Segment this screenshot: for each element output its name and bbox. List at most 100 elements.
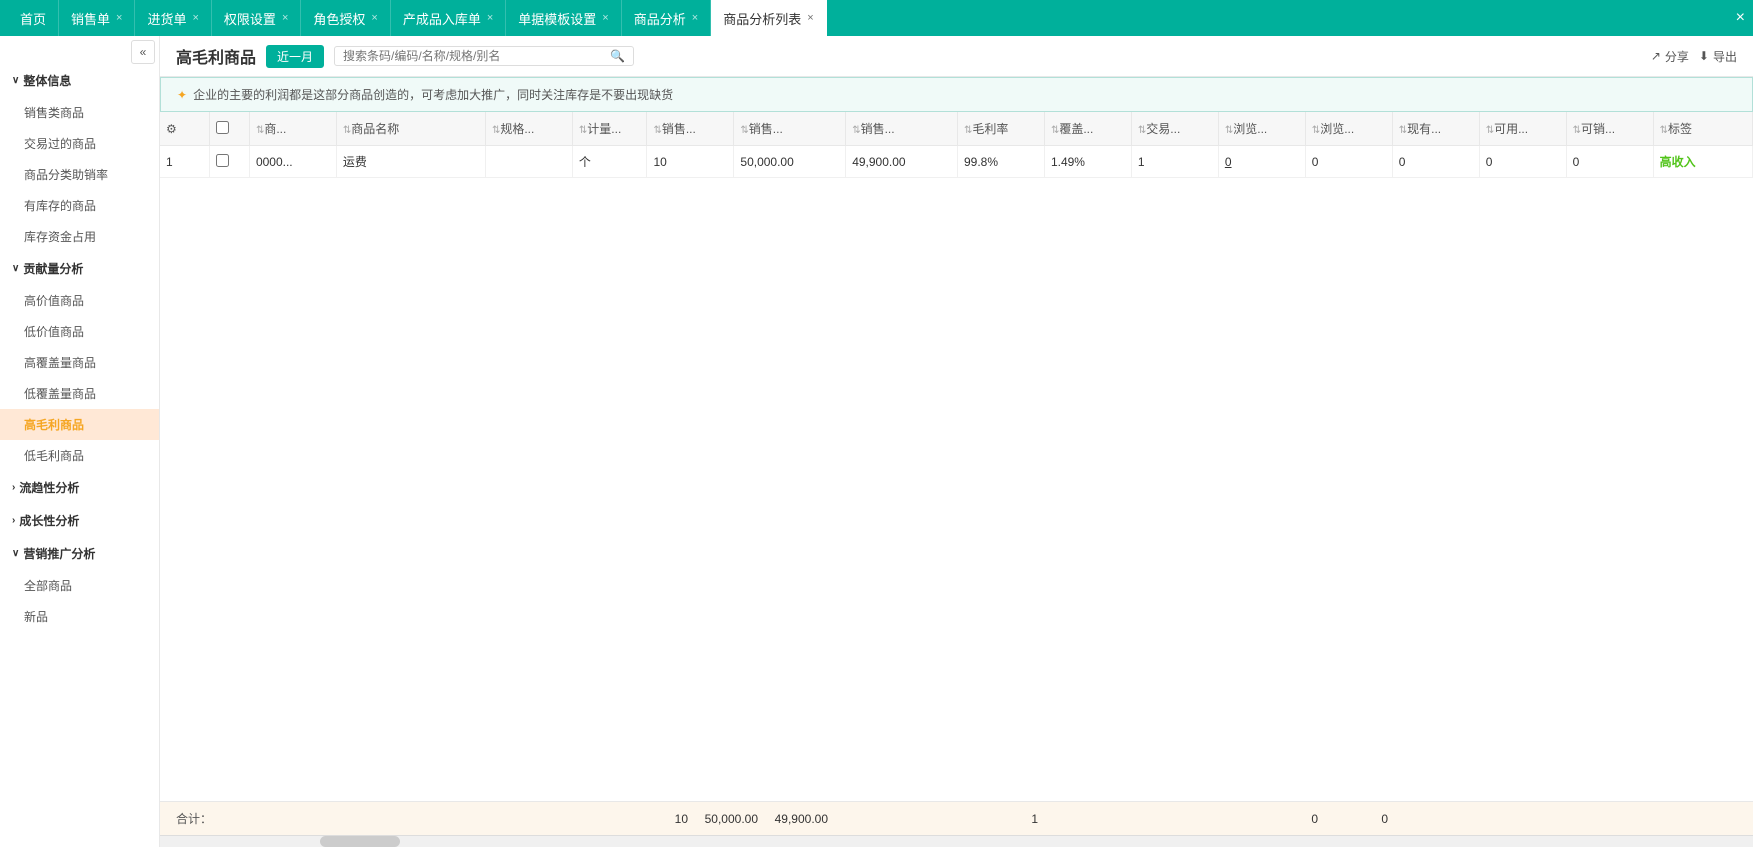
nav-tab-4[interactable]: 角色授权 × [301, 0, 390, 36]
cell-salesAmt-0: 50,000.00 [734, 146, 846, 178]
data-table: ⚙⇅商...⇅商品名称⇅规格...⇅计量...⇅销售...⇅销售...⇅销售..… [160, 112, 1753, 178]
sidebar-collapse-button[interactable]: « [131, 40, 155, 64]
main-layout: «∨整体信息销售类商品交易过的商品商品分类助销率有库存的商品库存资金占用∨贡献量… [0, 36, 1753, 847]
col-header-salesQty[interactable]: ⇅销售... [647, 112, 734, 146]
cell-tag-0: 高收入 [1653, 146, 1752, 178]
col-header-browse1[interactable]: ⇅浏览... [1218, 112, 1305, 146]
col-header-salesCost[interactable]: ⇅销售... [846, 112, 958, 146]
sidebar-item-1-2[interactable]: 高覆盖量商品 [0, 347, 159, 378]
col-header-name[interactable]: ⇅商品名称 [336, 112, 485, 146]
cell-available-0: 0 [1479, 146, 1566, 178]
sidebar-section-0[interactable]: ∨整体信息 [0, 64, 159, 97]
sidebar-item-1-5[interactable]: 低毛利商品 [0, 440, 159, 471]
col-header-available[interactable]: ⇅可用... [1479, 112, 1566, 146]
nav-tab-5[interactable]: 产成品入库单 × [391, 0, 506, 36]
col-header-transaction[interactable]: ⇅交易... [1131, 112, 1218, 146]
nav-tab-close-1[interactable]: × [116, 12, 122, 24]
cell-grossMargin-0: 99.8% [957, 146, 1044, 178]
sort-icon: ⇅ [256, 125, 264, 136]
tag-label-0: 高收入 [1660, 155, 1696, 169]
window-close-button[interactable]: × [1736, 0, 1745, 36]
sort-icon: ⇅ [653, 125, 661, 136]
nav-tab-close-4[interactable]: × [371, 12, 377, 24]
sidebar-item-0-2[interactable]: 商品分类助销率 [0, 159, 159, 190]
sidebar-item-1-4[interactable]: 高毛利商品 [0, 409, 159, 440]
col-header-tag[interactable]: ⇅标签 [1653, 112, 1752, 146]
horizontal-scrollbar[interactable] [160, 835, 1753, 847]
sort-icon: ⇅ [1486, 125, 1494, 136]
sort-icon: ⇅ [1399, 125, 1407, 136]
browse-link-0[interactable]: 0 [1225, 155, 1232, 169]
sort-icon: ⇅ [492, 125, 500, 136]
nav-tab-close-7[interactable]: × [692, 12, 698, 24]
col-header-index[interactable]: ⚙ [160, 112, 210, 146]
search-input[interactable] [343, 49, 610, 63]
sidebar-arrow-icon: ∨ [12, 548, 19, 559]
sort-icon: ⇅ [1573, 125, 1581, 136]
sort-icon: ⇅ [1138, 125, 1146, 136]
col-header-salesAmt[interactable]: ⇅销售... [734, 112, 846, 146]
select-all-checkbox[interactable] [216, 121, 229, 134]
nav-tab-3[interactable]: 权限设置 × [212, 0, 301, 36]
sort-icon: ⇅ [852, 125, 860, 136]
sort-icon: ⇅ [1660, 125, 1668, 136]
nav-tab-close-3[interactable]: × [282, 12, 288, 24]
nav-tab-close-5[interactable]: × [487, 12, 493, 24]
sidebar-item-1-1[interactable]: 低价值商品 [0, 316, 159, 347]
sidebar-item-1-3[interactable]: 低覆盖量商品 [0, 378, 159, 409]
nav-tab-6[interactable]: 单据模板设置 × [506, 0, 621, 36]
cell-sku-0: 0000... [249, 146, 336, 178]
sidebar-item-4-1[interactable]: 新品 [0, 601, 159, 632]
export-icon: ⬇ [1699, 49, 1709, 63]
cell-index-0: 1 [160, 146, 210, 178]
nav-tab-2[interactable]: 进货单 × [135, 0, 211, 36]
sidebar-item-4-0[interactable]: 全部商品 [0, 570, 159, 601]
sidebar-item-1-0[interactable]: 高价值商品 [0, 285, 159, 316]
search-box: 🔍 [334, 46, 634, 66]
sidebar-section-4[interactable]: ∨营销推广分析 [0, 537, 159, 570]
sidebar-item-0-3[interactable]: 有库存的商品 [0, 190, 159, 221]
sort-icon: ⇅ [740, 125, 748, 136]
sidebar-item-0-0[interactable]: 销售类商品 [0, 97, 159, 128]
col-header-browse2[interactable]: ⇅浏览... [1305, 112, 1392, 146]
footer-transaction: 1 [974, 812, 1044, 826]
cell-transaction-0: 1 [1131, 146, 1218, 178]
footer-sellable: 0 [1324, 812, 1394, 826]
nav-tab-1[interactable]: 销售单 × [59, 0, 135, 36]
cell-spec-0 [485, 146, 572, 178]
sidebar-section-3[interactable]: ›成长性分析 [0, 504, 159, 537]
header-actions: ↗ 分享 ⬇ 导出 [1651, 48, 1737, 65]
cell-browse1-0[interactable]: 0 [1218, 146, 1305, 178]
nav-tab-8[interactable]: 商品分析列表 × [711, 0, 826, 36]
content-area: 高毛利商品 近一月 🔍 ↗ 分享 ⬇ 导出 ✦ 企业的主要的利润都是这部分商品创… [160, 36, 1753, 847]
col-header-stock[interactable]: ⇅现有... [1392, 112, 1479, 146]
col-header-coverage[interactable]: ⇅覆盖... [1044, 112, 1131, 146]
nav-tab-close-6[interactable]: × [602, 12, 608, 24]
nav-tab-close-2[interactable]: × [192, 12, 198, 24]
row-checkbox-0[interactable] [216, 154, 229, 167]
col-header-grossMargin[interactable]: ⇅毛利率 [957, 112, 1044, 146]
nav-tab-close-8[interactable]: × [807, 12, 813, 24]
col-header-spec[interactable]: ⇅规格... [485, 112, 572, 146]
settings-icon[interactable]: ⚙ [166, 122, 177, 136]
sidebar-section-2[interactable]: ›流趋性分析 [0, 471, 159, 504]
col-header-unit[interactable]: ⇅计量... [572, 112, 647, 146]
export-button[interactable]: ⬇ 导出 [1699, 48, 1737, 65]
col-header-checkbox[interactable] [210, 112, 250, 146]
sidebar-section-1[interactable]: ∨贡献量分析 [0, 252, 159, 285]
nav-tab-0[interactable]: 首页 [8, 0, 59, 36]
sidebar-item-0-4[interactable]: 库存资金占用 [0, 221, 159, 252]
info-banner: ✦ 企业的主要的利润都是这部分商品创造的，可考虑加大推广，同时关注库存是不要出现… [160, 77, 1753, 112]
col-header-sellable[interactable]: ⇅可销... [1566, 112, 1653, 146]
sidebar-item-0-1[interactable]: 交易过的商品 [0, 128, 159, 159]
search-icon[interactable]: 🔍 [610, 49, 625, 63]
cell-checkbox-0[interactable] [210, 146, 250, 178]
table-wrapper[interactable]: ⚙⇅商...⇅商品名称⇅规格...⇅计量...⇅销售...⇅销售...⇅销售..… [160, 112, 1753, 801]
content-header: 高毛利商品 近一月 🔍 ↗ 分享 ⬇ 导出 [160, 36, 1753, 77]
sidebar-arrow-icon: ∨ [12, 75, 19, 86]
nav-tab-7[interactable]: 商品分析 × [622, 0, 711, 36]
share-button[interactable]: ↗ 分享 [1651, 48, 1689, 65]
filter-recent-month-button[interactable]: 近一月 [266, 45, 324, 68]
cell-unit-0: 个 [572, 146, 647, 178]
col-header-sku[interactable]: ⇅商... [249, 112, 336, 146]
